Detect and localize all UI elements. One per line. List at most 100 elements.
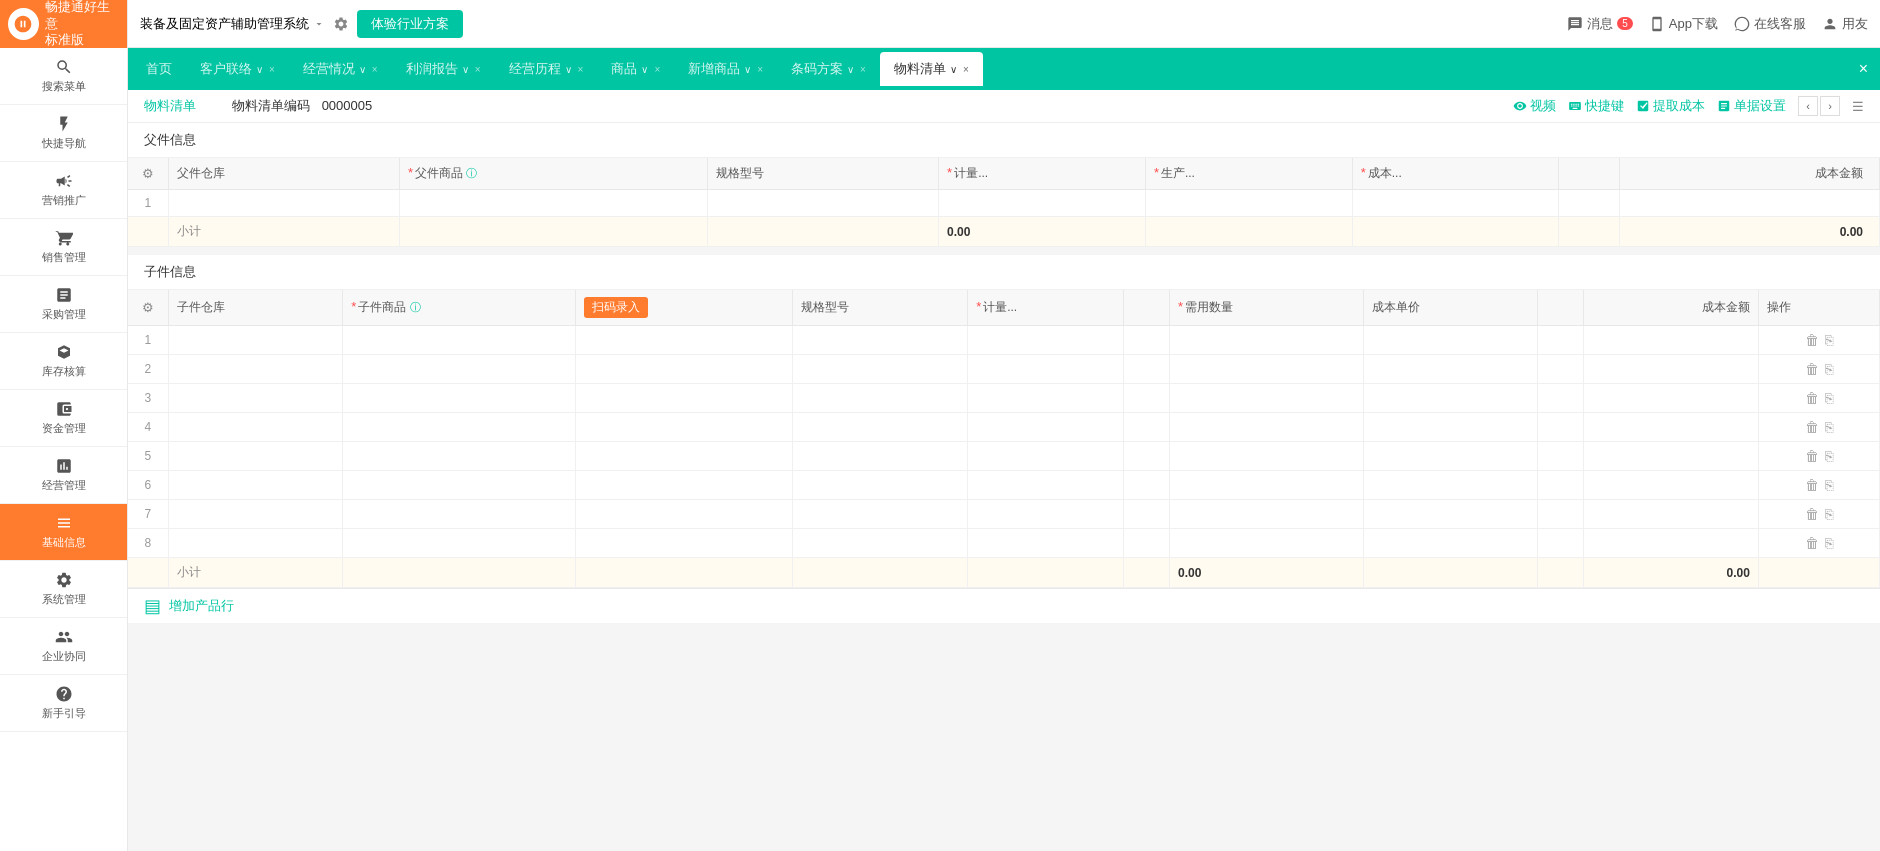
copy-icon-7[interactable]: ⎘ <box>1825 506 1833 522</box>
sidebar-item-guide[interactable]: 新手引导 <box>0 675 127 732</box>
child-row-6-spec[interactable] <box>793 471 968 500</box>
child-row-2-product[interactable] <box>343 355 575 384</box>
delete-icon-2[interactable]: 🗑 <box>1805 361 1819 377</box>
child-row-6-unit[interactable] <box>968 471 1124 500</box>
parent-col-gear-icon[interactable]: ⚙ <box>142 166 154 181</box>
parent-row-1-cost[interactable] <box>1352 190 1559 217</box>
tab-customers-close[interactable]: × <box>269 64 275 75</box>
child-row-1-unit-cost[interactable] <box>1363 326 1538 355</box>
child-row-4-product[interactable] <box>343 413 575 442</box>
bill-settings-action[interactable]: 单据设置 <box>1717 97 1786 115</box>
child-row-7-unit-cost[interactable] <box>1363 500 1538 529</box>
trial-button[interactable]: 体验行业方案 <box>357 10 463 38</box>
child-row-6-product[interactable] <box>343 471 575 500</box>
tab-home[interactable]: 首页 <box>132 52 186 86</box>
copy-icon-2[interactable]: ⎘ <box>1825 361 1833 377</box>
settings-gear-icon[interactable] <box>333 16 349 32</box>
sidebar-item-sales[interactable]: 销售管理 <box>0 219 127 276</box>
copy-icon-1[interactable]: ⎘ <box>1825 332 1833 348</box>
tab-profit-close[interactable]: × <box>475 64 481 75</box>
child-row-1-warehouse[interactable] <box>168 326 343 355</box>
tab-operations[interactable]: 经营情况 ∨ × <box>289 52 392 86</box>
child-row-2-qty[interactable] <box>1169 355 1363 384</box>
online-service-btn[interactable]: 在线客服 <box>1734 15 1806 33</box>
child-row-5-warehouse[interactable] <box>168 442 343 471</box>
delete-icon-6[interactable]: 🗑 <box>1805 477 1819 493</box>
sidebar-item-operations[interactable]: 经营管理 <box>0 447 127 504</box>
sidebar-item-inventory[interactable]: 库存核算 <box>0 333 127 390</box>
child-row-6-unit-cost[interactable] <box>1363 471 1538 500</box>
child-row-1-qty[interactable] <box>1169 326 1363 355</box>
child-row-4-qty[interactable] <box>1169 413 1363 442</box>
copy-icon-8[interactable]: ⎘ <box>1825 535 1833 551</box>
breadcrumb-link[interactable]: 物料清单 <box>144 97 196 115</box>
delete-icon-4[interactable]: 🗑 <box>1805 419 1819 435</box>
sidebar-item-finance[interactable]: 资金管理 <box>0 390 127 447</box>
child-row-7-product[interactable] <box>343 500 575 529</box>
child-row-3-unit[interactable] <box>968 384 1124 413</box>
child-row-7-qty[interactable] <box>1169 500 1363 529</box>
nav-next-button[interactable]: › <box>1820 96 1840 116</box>
parent-row-1-production[interactable] <box>1145 190 1352 217</box>
child-row-4-warehouse[interactable] <box>168 413 343 442</box>
child-row-2-unit-cost[interactable] <box>1363 355 1538 384</box>
tab-barcode[interactable]: 条码方案 ∨ × <box>777 52 880 86</box>
close-all-tabs-button[interactable]: × <box>1851 60 1876 78</box>
tab-bom-close[interactable]: × <box>963 64 969 75</box>
child-col-gear-icon[interactable]: ⚙ <box>142 300 154 315</box>
sidebar-item-search[interactable]: 搜索菜单 <box>0 48 127 105</box>
child-row-8-warehouse[interactable] <box>168 529 343 558</box>
child-row-5-unit-cost[interactable] <box>1363 442 1538 471</box>
sidebar-item-marketing[interactable]: 营销推广 <box>0 162 127 219</box>
parent-row-1-spec[interactable] <box>707 190 938 217</box>
copy-icon-5[interactable]: ⎘ <box>1825 448 1833 464</box>
cost-action[interactable]: 提取成本 <box>1636 97 1705 115</box>
sidebar-item-system[interactable]: 系统管理 <box>0 561 127 618</box>
tab-barcode-close[interactable]: × <box>860 64 866 75</box>
child-row-7-unit[interactable] <box>968 500 1124 529</box>
child-row-5-unit[interactable] <box>968 442 1124 471</box>
delete-icon-1[interactable]: 🗑 <box>1805 332 1819 348</box>
child-row-4-unit[interactable] <box>968 413 1124 442</box>
child-row-8-unit-cost[interactable] <box>1363 529 1538 558</box>
child-row-8-product[interactable] <box>343 529 575 558</box>
child-row-3-product[interactable] <box>343 384 575 413</box>
tab-history[interactable]: 经营历程 ∨ × <box>495 52 598 86</box>
system-selector[interactable]: 装备及固定资产辅助管理系统 <box>140 15 325 33</box>
child-row-1-product[interactable] <box>343 326 575 355</box>
tab-add-product-close[interactable]: × <box>757 64 763 75</box>
tab-profit[interactable]: 利润报告 ∨ × <box>392 52 495 86</box>
child-row-1-unit[interactable] <box>968 326 1124 355</box>
parent-row-1-unit[interactable] <box>939 190 1146 217</box>
sidebar-item-quick-nav[interactable]: 快捷导航 <box>0 105 127 162</box>
sidebar-item-enterprise[interactable]: 企业协同 <box>0 618 127 675</box>
scan-input-button[interactable]: 扫码录入 <box>584 297 648 318</box>
nav-prev-button[interactable]: ‹ <box>1798 96 1818 116</box>
tab-add-product[interactable]: 新增商品 ∨ × <box>674 52 777 86</box>
copy-icon-6[interactable]: ⎘ <box>1825 477 1833 493</box>
tab-products[interactable]: 商品 ∨ × <box>597 52 674 86</box>
child-row-7-warehouse[interactable] <box>168 500 343 529</box>
child-row-2-unit[interactable] <box>968 355 1124 384</box>
child-row-2-spec[interactable] <box>793 355 968 384</box>
child-row-2-warehouse[interactable] <box>168 355 343 384</box>
child-row-7-spec[interactable] <box>793 500 968 529</box>
child-row-3-unit-cost[interactable] <box>1363 384 1538 413</box>
message-btn[interactable]: 消息 5 <box>1567 15 1633 33</box>
shortcut-action[interactable]: 快捷键 <box>1568 97 1624 115</box>
child-row-3-warehouse[interactable] <box>168 384 343 413</box>
child-row-5-product[interactable] <box>343 442 575 471</box>
child-row-5-qty[interactable] <box>1169 442 1363 471</box>
child-row-8-unit[interactable] <box>968 529 1124 558</box>
tab-operations-close[interactable]: × <box>372 64 378 75</box>
add-row-label[interactable]: 增加产品行 <box>169 597 234 615</box>
sidebar-item-basic-info[interactable]: 基础信息 <box>0 504 127 561</box>
tab-history-close[interactable]: × <box>578 64 584 75</box>
copy-icon-4[interactable]: ⎘ <box>1825 419 1833 435</box>
delete-icon-3[interactable]: 🗑 <box>1805 390 1819 406</box>
child-row-8-spec[interactable] <box>793 529 968 558</box>
child-row-4-spec[interactable] <box>793 413 968 442</box>
child-row-3-spec[interactable] <box>793 384 968 413</box>
tab-customers[interactable]: 客户联络 ∨ × <box>186 52 289 86</box>
parent-row-1-product[interactable] <box>399 190 707 217</box>
